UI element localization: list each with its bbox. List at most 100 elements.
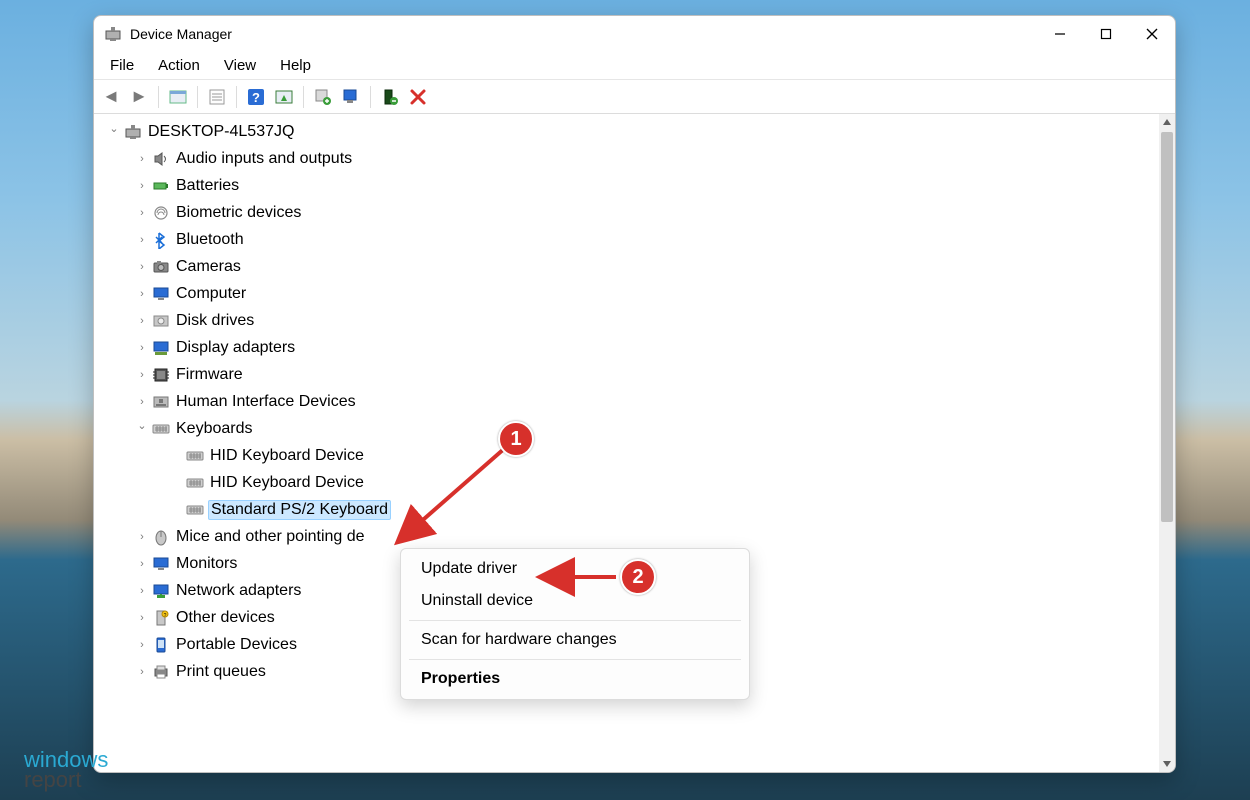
enable-device-button[interactable] — [340, 86, 362, 108]
tree-item[interactable]: › Display adapters — [106, 334, 1159, 361]
tree-item[interactable]: ›Human Interface Devices — [106, 388, 1159, 415]
tree-item-label: HID Keyboard Device — [210, 474, 364, 492]
portable-icon — [152, 636, 170, 654]
tree-item[interactable]: ›HID Keyboard Device — [106, 442, 1159, 469]
help-button[interactable]: ? — [245, 86, 267, 108]
tree-item[interactable]: › Cameras — [106, 253, 1159, 280]
context-menu-item[interactable]: Properties — [401, 663, 749, 695]
tree-item[interactable]: ›Computer — [106, 280, 1159, 307]
tree-item[interactable]: › Audio inputs and outputs — [106, 145, 1159, 172]
chevron-icon[interactable]: › — [134, 288, 150, 300]
remove-device-button[interactable] — [407, 86, 429, 108]
context-menu-item[interactable]: Uninstall device — [401, 585, 749, 617]
scroll-down-button[interactable] — [1159, 756, 1175, 772]
tree-item[interactable]: ›HID Keyboard Device — [106, 469, 1159, 496]
tree-item-label: Bluetooth — [176, 231, 244, 249]
menu-action[interactable]: Action — [148, 54, 214, 77]
tree-item[interactable]: › Disk drives — [106, 307, 1159, 334]
tree-item[interactable]: › Firmware — [106, 361, 1159, 388]
camera-icon — [152, 258, 170, 276]
printer-icon — [152, 663, 170, 681]
update-driver-button[interactable] — [312, 86, 334, 108]
forward-button[interactable]: ► — [128, 86, 150, 108]
chevron-icon[interactable]: › — [134, 234, 150, 246]
minimize-button[interactable] — [1037, 17, 1083, 51]
chevron-icon[interactable]: › — [134, 153, 150, 165]
context-menu-item[interactable]: Update driver — [401, 553, 749, 585]
tree-item[interactable]: ⌄Keyboards — [106, 415, 1159, 442]
context-menu-separator — [409, 659, 741, 660]
tree-item-label: Disk drives — [176, 312, 254, 330]
tree-item-label: Monitors — [176, 555, 237, 573]
tree-item[interactable]: ⌄ DESKTOP-4L537JQ — [106, 118, 1159, 145]
chevron-icon[interactable]: › — [134, 558, 150, 570]
menu-view[interactable]: View — [214, 54, 270, 77]
chevron-icon[interactable]: › — [134, 207, 150, 219]
menu-file[interactable]: File — [100, 54, 148, 77]
tree-item[interactable]: ›Standard PS/2 Keyboard — [106, 496, 1159, 523]
menu-help[interactable]: Help — [270, 54, 325, 77]
chevron-icon[interactable]: › — [134, 396, 150, 408]
menu-bar: File Action View Help — [94, 52, 1175, 80]
toolbar-separator — [236, 86, 237, 108]
vertical-scrollbar[interactable] — [1159, 114, 1175, 772]
keyboard-icon — [186, 447, 204, 465]
other-devices-icon: ? — [152, 609, 170, 627]
show-hidden-button[interactable] — [167, 86, 189, 108]
chevron-icon[interactable]: ⌄ — [134, 419, 150, 432]
tree-item-label: Other devices — [176, 609, 275, 627]
bluetooth-icon — [152, 231, 170, 249]
keyboard-icon — [152, 420, 170, 438]
tree-item-label: DESKTOP-4L537JQ — [148, 123, 294, 141]
tree-item[interactable]: › Biometric devices — [106, 199, 1159, 226]
properties-button[interactable] — [206, 86, 228, 108]
callout-number: 1 — [510, 428, 521, 451]
window-title: Device Manager — [130, 26, 232, 42]
uninstall-device-button[interactable] — [379, 86, 401, 108]
annotation-callout-1: 1 — [498, 421, 534, 457]
speaker-icon — [152, 150, 170, 168]
tree-item-label: HID Keyboard Device — [210, 447, 364, 465]
back-button[interactable]: ◄ — [100, 86, 122, 108]
mouse-icon — [152, 528, 170, 546]
computer-root-icon — [124, 123, 142, 141]
tree-item-label: Network adapters — [176, 582, 301, 600]
chevron-icon[interactable]: › — [134, 342, 150, 354]
tree-item-label: Display adapters — [176, 339, 295, 357]
tree-item[interactable]: ›Batteries — [106, 172, 1159, 199]
chevron-icon[interactable]: › — [134, 639, 150, 651]
maximize-button[interactable] — [1083, 17, 1129, 51]
keyboard-icon — [186, 501, 204, 519]
chevron-icon[interactable]: › — [134, 666, 150, 678]
context-menu-item[interactable]: Scan for hardware changes — [401, 624, 749, 656]
chevron-icon[interactable]: › — [134, 261, 150, 273]
biometric-icon — [152, 204, 170, 222]
tree-item-label: Biometric devices — [176, 204, 301, 222]
scrollbar-thumb[interactable] — [1161, 132, 1173, 522]
scan-hardware-button[interactable] — [273, 86, 295, 108]
chevron-icon[interactable]: › — [134, 180, 150, 192]
scroll-up-button[interactable] — [1159, 114, 1175, 130]
chevron-icon[interactable]: › — [134, 531, 150, 543]
tree-item-label: Cameras — [176, 258, 241, 276]
chevron-icon[interactable]: › — [134, 612, 150, 624]
keyboard-icon — [186, 474, 204, 492]
firmware-icon — [152, 366, 170, 384]
chevron-icon[interactable]: ⌄ — [106, 122, 122, 135]
hid-icon — [152, 393, 170, 411]
close-button[interactable] — [1129, 17, 1175, 51]
battery-icon — [152, 177, 170, 195]
monitor-icon — [152, 555, 170, 573]
chevron-icon[interactable]: › — [134, 369, 150, 381]
tree-item-label: Audio inputs and outputs — [176, 150, 352, 168]
chevron-icon[interactable]: › — [134, 315, 150, 327]
network-icon — [152, 582, 170, 600]
tree-item-label: Print queues — [176, 663, 266, 681]
toolbar-separator — [197, 86, 198, 108]
tree-item[interactable]: ›Mice and other pointing de — [106, 523, 1159, 550]
watermark-line2: report — [24, 770, 108, 790]
chevron-icon[interactable]: › — [134, 585, 150, 597]
tree-item[interactable]: › Bluetooth — [106, 226, 1159, 253]
tree-item-label: Firmware — [176, 366, 243, 384]
disk-icon — [152, 312, 170, 330]
